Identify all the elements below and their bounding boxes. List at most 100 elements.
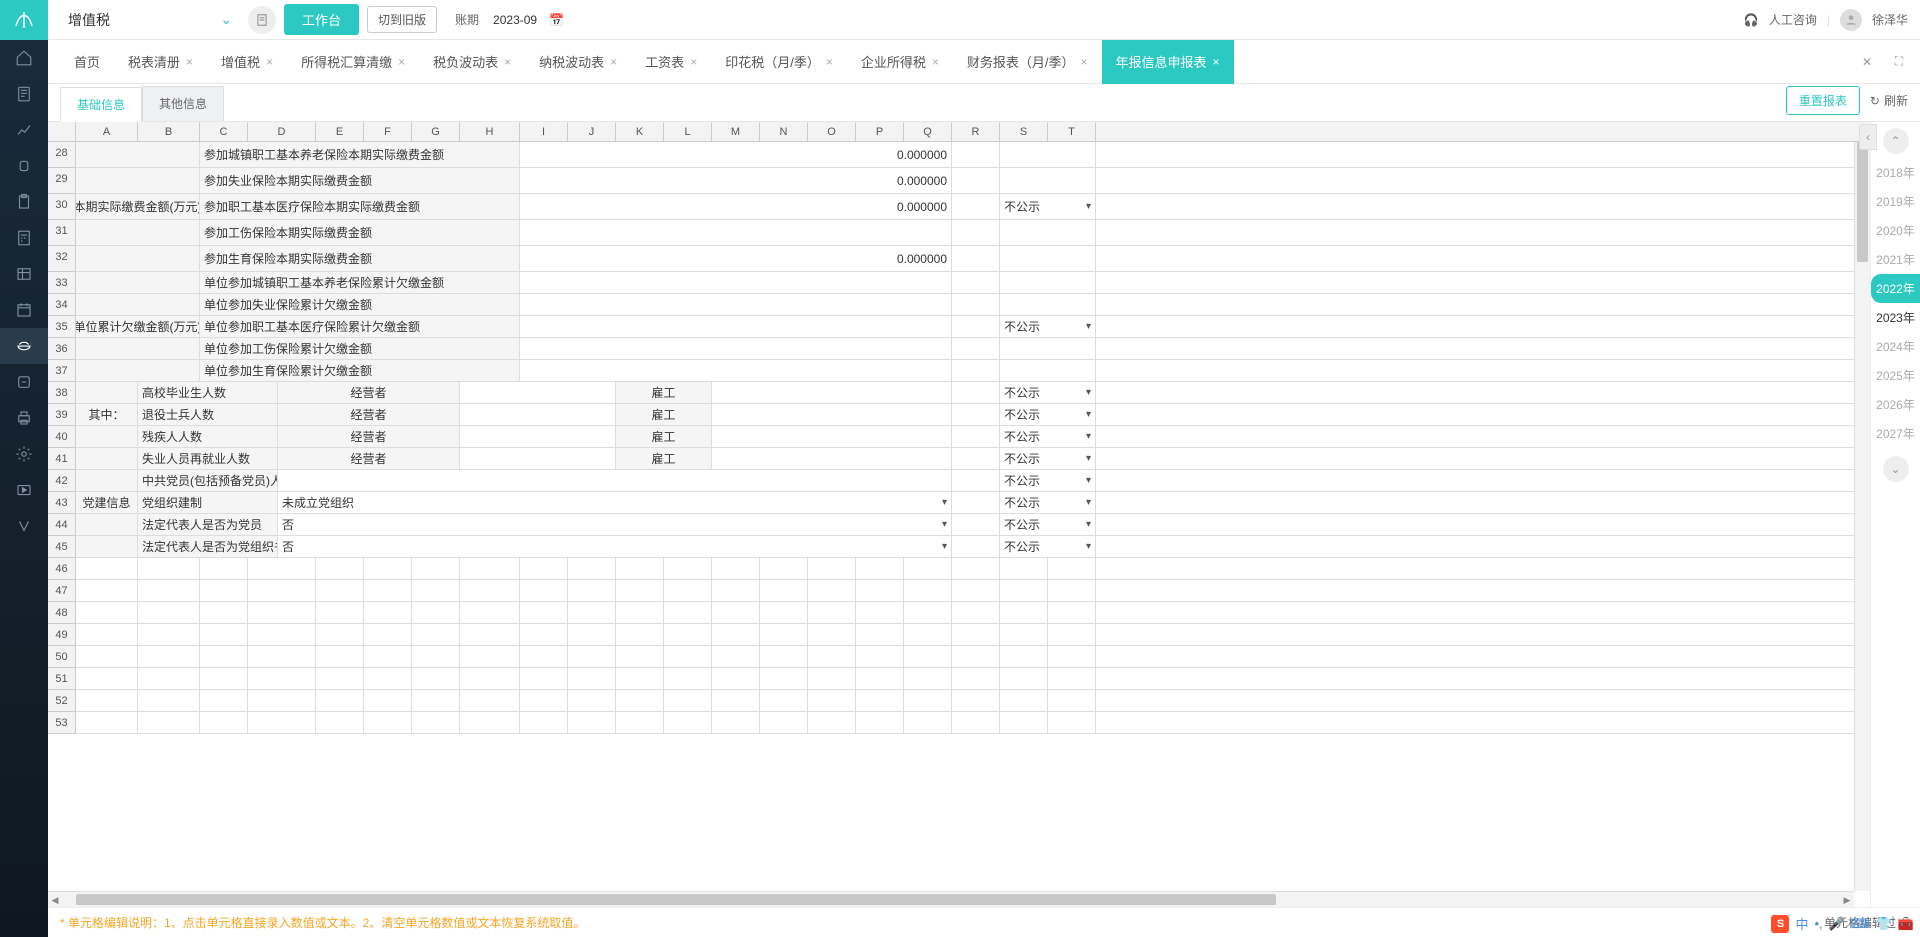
year-item[interactable]: 2024年 (1871, 332, 1920, 361)
rail-down-button[interactable]: ⌄ (1883, 456, 1909, 482)
horizontal-scrollbar[interactable]: ◀▶ (48, 891, 1854, 907)
publicity-dropdown[interactable]: 不公示 (1000, 448, 1096, 470)
row-header[interactable]: 53 (48, 712, 76, 734)
tab-close-icon[interactable]: × (1081, 55, 1088, 69)
year-item[interactable]: 2023年 (1871, 303, 1920, 332)
vertical-scrollbar[interactable] (1854, 142, 1870, 891)
year-item[interactable]: 2021年 (1871, 245, 1920, 274)
tab-close-icon[interactable]: × (690, 55, 697, 69)
col-header-L[interactable]: L (664, 122, 712, 141)
nav-link-icon[interactable] (0, 364, 48, 400)
publicity-dropdown[interactable]: 不公示 (1000, 382, 1096, 404)
nav-video-icon[interactable] (0, 472, 48, 508)
value-cell[interactable]: 否 (278, 536, 952, 558)
col-header-R[interactable]: R (952, 122, 1000, 141)
publicity-dropdown[interactable]: 不公示 (1000, 316, 1096, 338)
row-header[interactable]: 48 (48, 602, 76, 624)
subtab-0[interactable]: 基础信息 (60, 87, 142, 122)
row-header[interactable]: 33 (48, 272, 76, 294)
year-item[interactable]: 2025年 (1871, 361, 1920, 390)
tab-2[interactable]: 增值税× (207, 40, 287, 84)
year-item[interactable]: 2018年 (1871, 158, 1920, 187)
col-header-D[interactable]: D (248, 122, 316, 141)
workbench-button[interactable]: 工作台 (284, 4, 359, 35)
row-header[interactable]: 28 (48, 142, 76, 168)
username[interactable]: 徐泽华 (1872, 11, 1908, 28)
nav-money-icon[interactable] (0, 148, 48, 184)
page-title-dropdown[interactable]: 增值税 ⌄ (60, 10, 240, 30)
row-header[interactable]: 46 (48, 558, 76, 580)
tab-7[interactable]: 印花税（月/季）× (711, 40, 847, 84)
row-header[interactable]: 32 (48, 246, 76, 272)
year-item[interactable]: 2026年 (1871, 390, 1920, 419)
col-header-H[interactable]: H (460, 122, 520, 141)
year-item[interactable]: 2022年 (1871, 274, 1920, 303)
tab-close-icon[interactable]: × (1213, 55, 1220, 69)
period-value[interactable]: 2023-09 (493, 13, 537, 27)
row-header[interactable]: 29 (48, 168, 76, 194)
row-header[interactable]: 45 (48, 536, 76, 558)
col-header-C[interactable]: C (200, 122, 248, 141)
row-header[interactable]: 50 (48, 646, 76, 668)
tab-4[interactable]: 税负波动表× (419, 40, 525, 84)
row-header[interactable]: 47 (48, 580, 76, 602)
subtab-1[interactable]: 其他信息 (142, 86, 224, 121)
year-item[interactable]: 2020年 (1871, 216, 1920, 245)
tab-expand-icon[interactable]: ⛶ (1886, 49, 1912, 75)
ime-mic-icon[interactable]: 🎤 (1829, 916, 1845, 932)
publicity-dropdown[interactable]: 不公示 (1000, 426, 1096, 448)
row-header[interactable]: 35 (48, 316, 76, 338)
col-header-P[interactable]: P (856, 122, 904, 141)
help-link[interactable]: 人工咨询 (1769, 11, 1817, 28)
year-item[interactable]: 2019年 (1871, 187, 1920, 216)
row-header[interactable]: 38 (48, 382, 76, 404)
row-header[interactable]: 31 (48, 220, 76, 246)
nav-gear-icon[interactable] (0, 436, 48, 472)
ime-toolbox-icon[interactable]: 🧰 (1898, 916, 1914, 932)
row-header[interactable]: 36 (48, 338, 76, 360)
row-header[interactable]: 52 (48, 690, 76, 712)
nav-calendar-icon[interactable] (0, 292, 48, 328)
doc-icon-button[interactable] (248, 6, 276, 34)
row-header[interactable]: 43 (48, 492, 76, 514)
col-header-J[interactable]: J (568, 122, 616, 141)
row-header[interactable]: 42 (48, 470, 76, 492)
publicity-dropdown[interactable]: 不公示 (1000, 514, 1096, 536)
nav-print-icon[interactable] (0, 400, 48, 436)
value-cell[interactable]: 否 (278, 514, 952, 536)
row-header[interactable]: 30 (48, 194, 76, 220)
ime-punct-icon[interactable]: •, (1815, 916, 1823, 931)
row-header[interactable]: 49 (48, 624, 76, 646)
nav-bowl-icon[interactable] (0, 328, 48, 364)
publicity-dropdown[interactable]: 不公示 (1000, 404, 1096, 426)
col-header-G[interactable]: G (412, 122, 460, 141)
col-header-E[interactable]: E (316, 122, 364, 141)
col-header-N[interactable]: N (760, 122, 808, 141)
publicity-dropdown[interactable]: 不公示 (1000, 536, 1096, 558)
col-header-Q[interactable]: Q (904, 122, 952, 141)
tab-1[interactable]: 税表清册× (114, 40, 207, 84)
switch-old-button[interactable]: 切到旧版 (367, 6, 437, 33)
col-header-M[interactable]: M (712, 122, 760, 141)
calendar-icon[interactable]: 📅 (549, 13, 564, 27)
reset-report-button[interactable]: 重置报表 (1786, 86, 1860, 115)
publicity-dropdown[interactable]: 不公示 (1000, 470, 1096, 492)
year-item[interactable]: 2027年 (1871, 419, 1920, 448)
tab-5[interactable]: 纳税波动表× (525, 40, 631, 84)
col-header-K[interactable]: K (616, 122, 664, 141)
nav-chart-icon[interactable] (0, 112, 48, 148)
col-header-A[interactable]: A (76, 122, 138, 141)
rail-expand-handle[interactable]: ‹ (1859, 124, 1877, 150)
tab-10[interactable]: 年报信息申报表× (1102, 40, 1234, 84)
col-header-O[interactable]: O (808, 122, 856, 141)
tab-0[interactable]: 首页 (60, 40, 114, 84)
tab-close-icon[interactable]: × (266, 55, 273, 69)
col-header-F[interactable]: F (364, 122, 412, 141)
tab-9[interactable]: 财务报表（月/季）× (953, 40, 1102, 84)
tab-6[interactable]: 工资表× (631, 40, 711, 84)
nav-calc-icon[interactable] (0, 220, 48, 256)
tab-close-icon[interactable]: × (610, 55, 617, 69)
ime-badge[interactable]: S (1771, 915, 1789, 933)
row-header[interactable]: 44 (48, 514, 76, 536)
value-cell[interactable] (278, 470, 952, 492)
